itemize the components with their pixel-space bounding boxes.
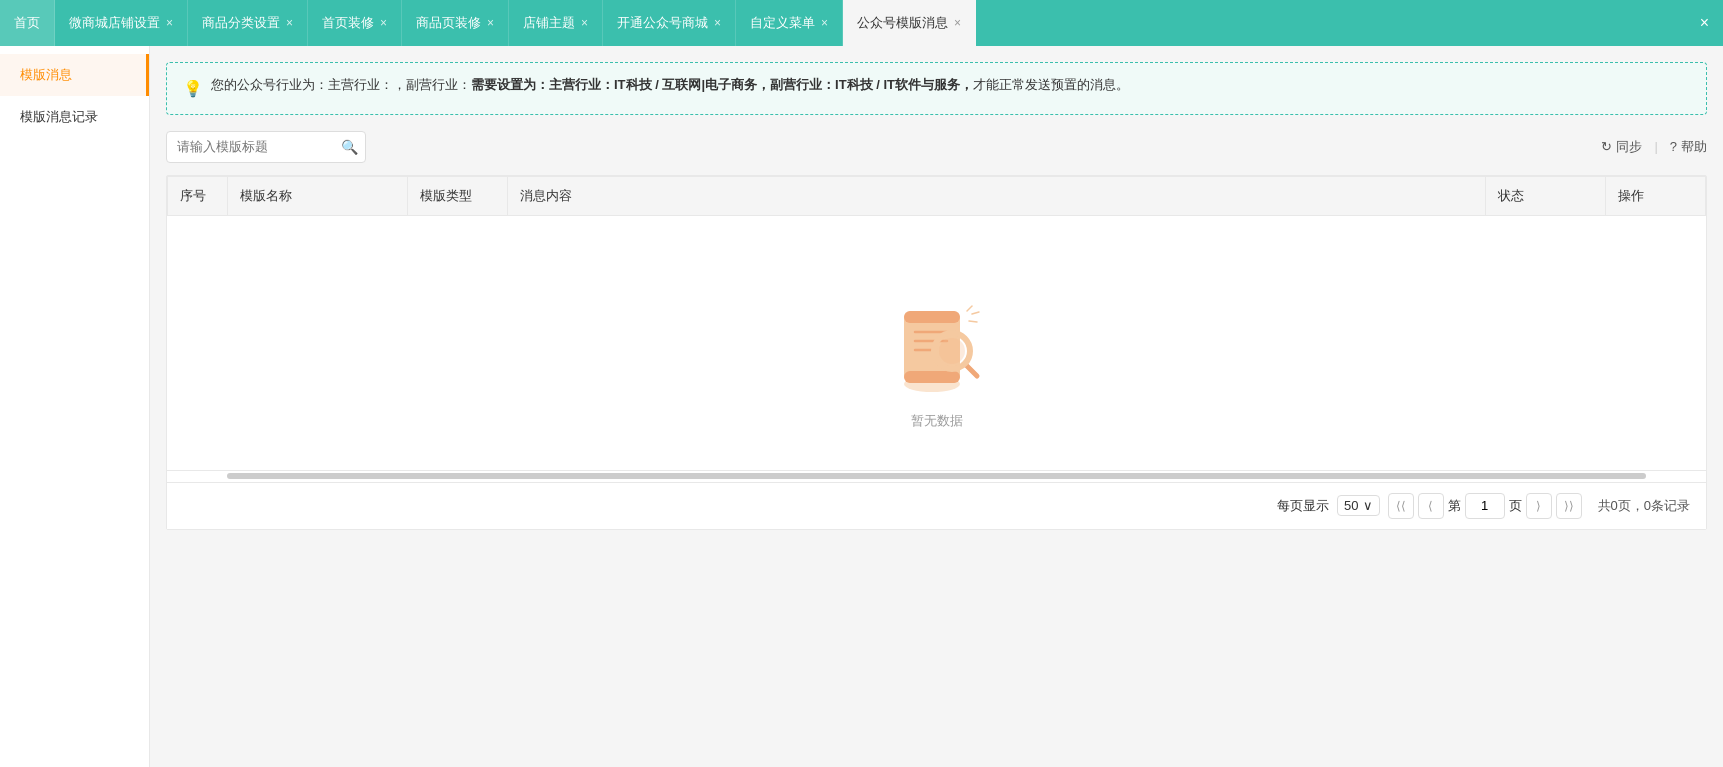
pagination-bar: 每页显示 50 ∨ ⟨⟨ ⟨ 第 页 ⟩ ⟩⟩ 共0页，0条记录 [167,482,1706,529]
notice-box: 💡 您的公众号行业为：主营行业：，副营行业：需要设置为：主营行业：IT科技 / … [166,62,1707,115]
svg-rect-3 [904,371,960,383]
sidebar: 模版消息模版消息记录 [0,46,150,767]
notice-text: 您的公众号行业为：主营行业：，副营行业：需要设置为：主营行业：IT科技 / 互联… [211,75,1690,96]
empty-illustration [877,276,997,396]
sync-label: 同步 [1616,138,1642,156]
next-page-button[interactable]: ⟩ [1526,493,1552,519]
svg-line-10 [967,306,972,311]
sidebar-item-template-msg[interactable]: 模版消息 [0,54,149,96]
close-tab-product-decor[interactable]: × [487,16,494,30]
search-input-wrap: 🔍 [166,131,366,163]
main-layout: 模版消息模版消息记录 💡 您的公众号行业为：主营行业：，副营行业：需要设置为：主… [0,46,1723,767]
help-label: 帮助 [1681,138,1707,156]
page-unit: 页 [1509,497,1522,515]
col-header-type: 模版类型 [408,176,508,215]
nav-tab-custom-menu[interactable]: 自定义菜单× [736,0,843,46]
scroll-bar-area[interactable] [167,470,1706,482]
search-right: ↻ 同步 | ? 帮助 [1601,138,1707,156]
current-page-input[interactable] [1465,493,1505,519]
notice-prefix: 您的公众号行业为：主营行业：，副营行业： [211,77,471,92]
nav-tab-home-decor[interactable]: 首页装修× [308,0,402,46]
first-page-button[interactable]: ⟨⟨ [1388,493,1414,519]
nav-tab-template-msg[interactable]: 公众号模版消息× [843,0,976,46]
col-header-status: 状态 [1486,176,1606,215]
table-container: 序号模版名称模版类型消息内容状态操作 [166,175,1707,530]
help-button[interactable]: ? 帮助 [1670,138,1707,156]
empty-state: 暂无数据 [168,216,1706,470]
sidebar-item-template-record[interactable]: 模版消息记录 [0,96,149,138]
close-tab-home-decor[interactable]: × [380,16,387,30]
nav-tab-product-category[interactable]: 商品分类设置× [188,0,308,46]
close-all-button[interactable]: × [1686,14,1723,32]
close-tab-custom-menu[interactable]: × [821,16,828,30]
nav-tab-home[interactable]: 首页 [0,0,55,46]
search-icon[interactable]: 🔍 [341,139,358,155]
notice-icon: 💡 [183,76,203,102]
col-header-action: 操作 [1606,176,1706,215]
svg-line-12 [969,321,977,322]
nav-tab-wshop-setting[interactable]: 微商城店铺设置× [55,0,188,46]
data-table: 序号模版名称模版类型消息内容状态操作 [167,176,1706,470]
empty-text: 暂无数据 [911,412,963,430]
scroll-track[interactable] [227,473,1646,479]
svg-rect-2 [904,311,960,323]
search-left: 🔍 [166,131,366,163]
nav-tab-open-mall[interactable]: 开通公众号商城× [603,0,736,46]
page-total: 共0页，0条记录 [1598,497,1690,515]
search-bar: 🔍 ↻ 同步 | ? 帮助 [166,131,1707,163]
search-input[interactable] [166,131,366,163]
prev-page-button[interactable]: ⟨ [1418,493,1444,519]
page-size-select[interactable]: 50 ∨ [1337,495,1379,516]
close-tab-template-msg[interactable]: × [954,16,961,30]
sync-icon: ↻ [1601,139,1612,154]
col-header-content: 消息内容 [508,176,1486,215]
close-tab-open-mall[interactable]: × [714,16,721,30]
col-header-index: 序号 [168,176,228,215]
help-icon: ? [1670,139,1677,154]
page-size-value: 50 [1344,498,1358,513]
svg-point-9 [939,338,965,364]
sync-button[interactable]: ↻ 同步 [1601,138,1642,156]
svg-line-11 [972,312,979,314]
page-size-label: 每页显示 [1277,497,1329,515]
notice-suffix: 才能正常发送预置的消息。 [973,77,1129,92]
nav-tab-product-decor[interactable]: 商品页装修× [402,0,509,46]
top-navigation: 首页微商城店铺设置×商品分类设置×首页装修×商品页装修×店铺主题×开通公众号商城… [0,0,1723,46]
chevron-down-icon: ∨ [1363,498,1373,513]
notice-highlight: 需要设置为：主营行业：IT科技 / 互联网|电子商务，副营行业：IT科技 / I… [471,77,973,92]
last-page-button[interactable]: ⟩⟩ [1556,493,1582,519]
page-prefix: 第 [1448,497,1461,515]
nav-tab-shop-theme[interactable]: 店铺主题× [509,0,603,46]
close-tab-product-category[interactable]: × [286,16,293,30]
close-tab-wshop-setting[interactable]: × [166,16,173,30]
content-area: 💡 您的公众号行业为：主营行业：，副营行业：需要设置为：主营行业：IT科技 / … [150,46,1723,767]
close-tab-shop-theme[interactable]: × [581,16,588,30]
page-navigation: ⟨⟨ ⟨ 第 页 ⟩ ⟩⟩ [1388,493,1582,519]
divider: | [1654,139,1657,154]
col-header-name: 模版名称 [228,176,408,215]
